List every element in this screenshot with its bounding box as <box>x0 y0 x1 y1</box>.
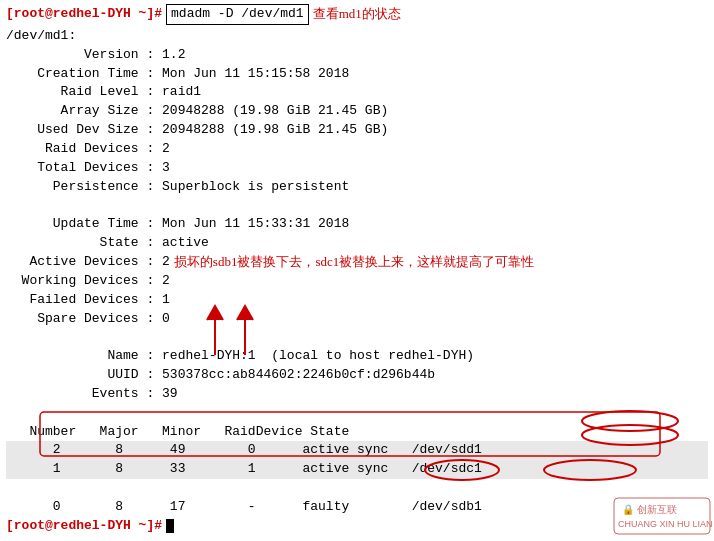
creation-time-line: Creation Time : Mon Jun 11 15:15:58 2018 <box>6 65 708 84</box>
table-row-sdc1: 1 8 33 1 active sync /dev/sdc1 <box>6 460 708 479</box>
command-box: mdadm -D /dev/md1 <box>166 4 309 25</box>
working-devices-line: Working Devices : 2 <box>6 272 708 291</box>
spare-devices-line: Spare Devices : 0 <box>6 310 708 329</box>
prompt-text-1: [root@redhel-DYH ~]# <box>6 5 162 24</box>
persistence-line: Persistence : Superblock is persistent <box>6 178 708 197</box>
raid-level-line: Raid Level : raid1 <box>6 83 708 102</box>
device-line: /dev/md1: <box>6 27 708 46</box>
table-header: Number Major Minor RaidDevice State <box>6 423 708 442</box>
terminal-window: [root@redhel-DYH ~]# mdadm -D /dev/md1 查… <box>0 0 714 541</box>
blank-line-3 <box>6 404 708 423</box>
prompt-line-2: [root@redhel-DYH ~]# <box>6 517 708 536</box>
active-devices-text: Active Devices : 2 <box>6 253 170 272</box>
cursor <box>166 519 174 533</box>
events-line: Events : 39 <box>6 385 708 404</box>
used-dev-size-line: Used Dev Size : 20948288 (19.98 GiB 21.4… <box>6 121 708 140</box>
state-line: State : active <box>6 234 708 253</box>
raid-devices-line: Raid Devices : 2 <box>6 140 708 159</box>
active-devices-line: Active Devices : 2 损坏的sdb1被替换下去，sdc1被替换上… <box>6 253 708 272</box>
update-time-line: Update Time : Mon Jun 11 15:33:31 2018 <box>6 215 708 234</box>
annotation-cmd: 查看md1的状态 <box>313 5 401 24</box>
name-line: Name : redhel-DYH:1 (local to host redhe… <box>6 347 708 366</box>
failed-devices-line: Failed Devices : 1 <box>6 291 708 310</box>
blank-line-1 <box>6 196 708 215</box>
table-row-blank <box>6 479 708 498</box>
array-size-line: Array Size : 20948288 (19.98 GiB 21.45 G… <box>6 102 708 121</box>
table-body: 2 8 49 0 active sync /dev/sdd1 1 8 33 1 … <box>6 441 708 516</box>
prompt-line-1: [root@redhel-DYH ~]# mdadm -D /dev/md1 查… <box>6 4 708 25</box>
version-line: Version : 1.2 <box>6 46 708 65</box>
blank-line-2 <box>6 328 708 347</box>
prompt-text-2: [root@redhel-DYH ~]# <box>6 517 162 536</box>
active-annotation: 损坏的sdb1被替换下去，sdc1被替换上来，这样就提高了可靠性 <box>174 253 534 272</box>
uuid-line: UUID : 530378cc:ab844602:2246b0cf:d296b4… <box>6 366 708 385</box>
table-row-sdd1: 2 8 49 0 active sync /dev/sdd1 <box>6 441 708 460</box>
total-devices-line: Total Devices : 3 <box>6 159 708 178</box>
table-row-sdb1: 0 8 17 - faulty /dev/sdb1 <box>6 498 708 517</box>
